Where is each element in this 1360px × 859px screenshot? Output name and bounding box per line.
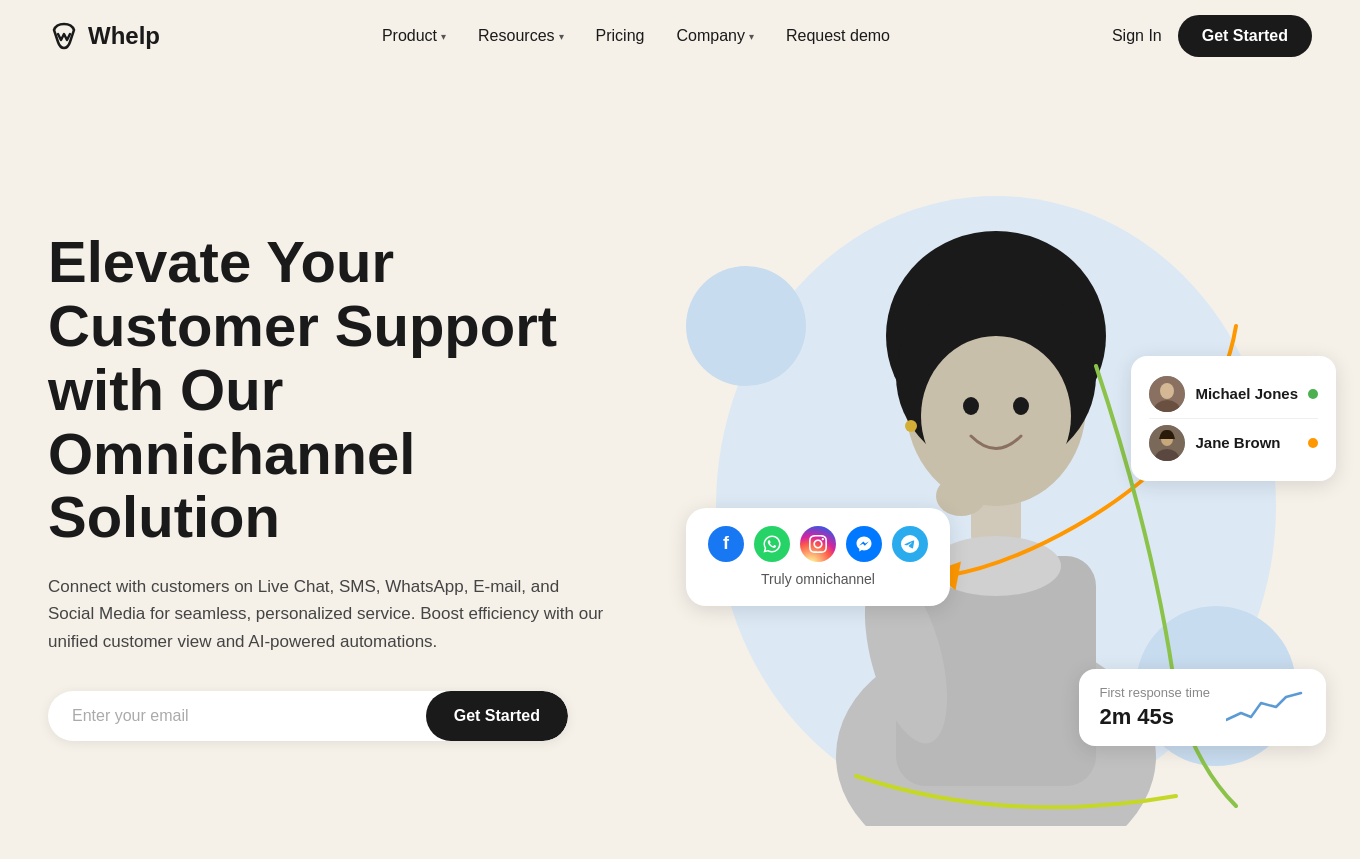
nav-item-pricing[interactable]: Pricing: [596, 27, 645, 45]
hero-visual: Michael Jones Jane Brown: [656, 146, 1336, 826]
response-time-value: 2m 45s: [1099, 704, 1210, 730]
michael-status-dot: [1308, 389, 1318, 399]
svg-point-15: [1160, 383, 1174, 399]
whatsapp-svg: [762, 534, 782, 554]
svg-point-7: [963, 397, 979, 415]
card-omnichannel: f: [686, 508, 950, 606]
nav-link-product[interactable]: Product ▾: [382, 27, 446, 45]
card-response-time: First response time 2m 45s: [1079, 669, 1326, 746]
jane-status-dot: [1308, 438, 1318, 448]
facebook-icon: f: [708, 526, 744, 562]
nav-item-company[interactable]: Company ▾: [676, 27, 753, 45]
michael-avatar: [1149, 376, 1185, 412]
nav-link-request-demo[interactable]: Request demo: [786, 27, 890, 45]
jane-avatar: [1149, 425, 1185, 461]
messenger-svg: [855, 535, 873, 553]
hero-form: Get Started: [48, 691, 568, 741]
get-started-hero-button[interactable]: Get Started: [426, 691, 568, 741]
hero-content: Elevate Your Customer Support with Our O…: [48, 230, 608, 741]
nav-links: Product ▾ Resources ▾ Pricing Company ▾ …: [382, 27, 890, 45]
omnichannel-icons: f: [708, 526, 928, 562]
instagram-svg: [809, 535, 827, 553]
telegram-icon: [892, 526, 928, 562]
response-label: First response time: [1099, 685, 1210, 700]
michael-avatar-img: [1149, 376, 1185, 412]
messenger-icon: [846, 526, 882, 562]
instagram-icon: [800, 526, 836, 562]
svg-point-10: [931, 536, 1061, 596]
nav-item-resources[interactable]: Resources ▾: [478, 27, 563, 45]
hero-subtitle: Connect with customers on Live Chat, SMS…: [48, 573, 608, 655]
jane-name: Jane Brown: [1195, 434, 1280, 451]
logo-link[interactable]: Whelp: [48, 20, 160, 52]
response-chart: [1226, 685, 1306, 729]
omnichannel-label: Truly omnichannel: [761, 571, 875, 587]
telegram-svg: [901, 535, 919, 553]
get-started-nav-button[interactable]: Get Started: [1178, 15, 1312, 57]
hero-title: Elevate Your Customer Support with Our O…: [48, 230, 608, 549]
resources-chevron-icon: ▾: [559, 31, 564, 42]
nav-link-resources[interactable]: Resources ▾: [478, 27, 563, 45]
hero-section: Elevate Your Customer Support with Our O…: [0, 72, 1360, 859]
nav-item-product[interactable]: Product ▾: [382, 27, 446, 45]
response-text: First response time 2m 45s: [1099, 685, 1210, 730]
svg-point-8: [1013, 397, 1029, 415]
nav-item-request-demo[interactable]: Request demo: [786, 27, 890, 45]
logo-text: Whelp: [88, 22, 160, 50]
user-row-jane: Jane Brown: [1149, 418, 1318, 467]
company-chevron-icon: ▾: [749, 31, 754, 42]
card-users: Michael Jones Jane Brown: [1131, 356, 1336, 481]
nav-link-company[interactable]: Company ▾: [676, 27, 753, 45]
whelp-logo-icon: [48, 20, 80, 52]
email-input[interactable]: [48, 691, 426, 741]
user-row-michael: Michael Jones: [1149, 370, 1318, 418]
nav-actions: Sign In Get Started: [1112, 15, 1312, 57]
navbar: Whelp Product ▾ Resources ▾ Pricing Comp…: [0, 0, 1360, 72]
response-chart-svg: [1226, 685, 1306, 725]
svg-point-6: [921, 336, 1071, 496]
whatsapp-icon: [754, 526, 790, 562]
sign-in-button[interactable]: Sign In: [1112, 27, 1162, 45]
product-chevron-icon: ▾: [441, 31, 446, 42]
nav-link-pricing[interactable]: Pricing: [596, 27, 645, 45]
svg-point-9: [905, 420, 917, 432]
jane-avatar-img: [1149, 425, 1185, 461]
svg-point-12: [936, 476, 986, 516]
michael-name: Michael Jones: [1195, 385, 1298, 402]
